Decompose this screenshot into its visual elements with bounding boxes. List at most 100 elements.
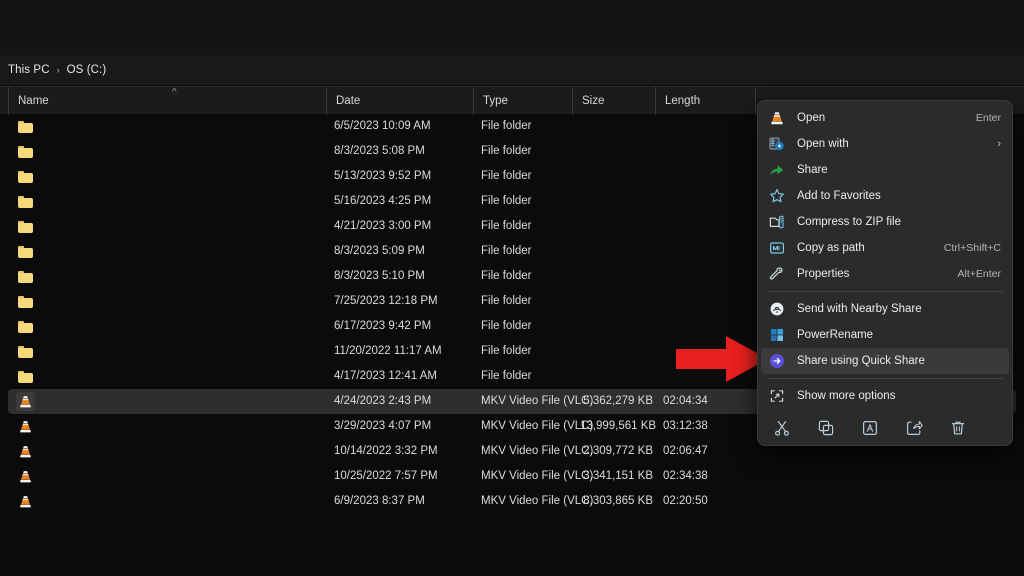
- cut-icon[interactable]: [767, 415, 797, 441]
- folder-icon: [16, 267, 35, 286]
- file-name-cell: [42, 339, 322, 364]
- file-name-cell: [42, 164, 322, 189]
- column-header-size[interactable]: Size: [572, 87, 655, 115]
- folder-icon: [16, 217, 35, 236]
- file-name-cell: [42, 314, 322, 339]
- file-size-cell: [580, 139, 653, 164]
- file-size-cell: [580, 264, 653, 289]
- file-row[interactable]: 10/25/2022 7:57 PM MKV Video File (VLC) 3,…: [8, 464, 1016, 489]
- file-date-cell: 5/13/2023 9:52 PM: [334, 170, 432, 182]
- column-header-type[interactable]: Type: [473, 87, 572, 115]
- file-date-cell: 11/20/2022 11:17 AM: [334, 345, 442, 357]
- file-row[interactable]: 6/9/2023 8:37 PM MKV Video File (VLC) 8,30…: [8, 489, 1016, 514]
- column-header-name[interactable]: Name: [8, 87, 326, 115]
- file-date-cell: 4/24/2023 2:43 PM: [334, 395, 432, 407]
- menu-item-shortcut: Ctrl+Shift+C: [943, 242, 1001, 254]
- file-length-cell: 02:04:34: [663, 395, 708, 407]
- menu-item-share-using-quick-share[interactable]: Share using Quick Share: [761, 348, 1009, 374]
- file-type-cell: MKV Video File (VLC): [481, 445, 594, 457]
- file-date-cell: 5/16/2023 4:25 PM: [334, 195, 432, 207]
- file-length-cell: 03:12:38: [663, 420, 708, 432]
- file-size-cell: [580, 214, 653, 239]
- copy-as-path-icon: [767, 239, 787, 257]
- file-size-cell: [580, 189, 653, 214]
- file-size-cell: 3,341,151 KB: [583, 470, 653, 482]
- folder-icon: [16, 367, 35, 386]
- menu-item-add-to-favorites[interactable]: Add to Favorites: [761, 183, 1009, 209]
- file-size-cell: [580, 164, 653, 189]
- menu-item-properties[interactable]: Properties Alt+Enter: [761, 261, 1009, 287]
- quick-actions-row[interactable]: [761, 411, 1009, 445]
- file-date-cell: 8/3/2023 5:10 PM: [334, 270, 425, 282]
- breadcrumb-item-os-c[interactable]: OS (C:): [63, 63, 111, 77]
- menu-item-label: Send with Nearby Share: [797, 303, 922, 315]
- file-name-cell: [42, 389, 322, 414]
- breadcrumb-separator-icon: ›: [56, 65, 60, 75]
- file-type-cell: File folder: [481, 270, 532, 282]
- column-header-length[interactable]: Length: [655, 87, 755, 115]
- file-length-cell: 02:34:38: [663, 470, 708, 482]
- quick-share-icon: [767, 352, 787, 370]
- file-date-cell: 4/17/2023 12:41 AM: [334, 370, 437, 382]
- folder-icon: [16, 317, 35, 336]
- file-date-cell: 6/9/2023 8:37 PM: [334, 495, 425, 507]
- file-date-cell: 4/21/2023 3:00 PM: [334, 220, 432, 232]
- share-icon[interactable]: [899, 415, 929, 441]
- file-type-cell: File folder: [481, 170, 532, 182]
- file-type-cell: File folder: [481, 220, 532, 232]
- rename-icon[interactable]: [855, 415, 885, 441]
- menu-item-label: Add to Favorites: [797, 190, 881, 202]
- column-header-date[interactable]: Date: [326, 87, 473, 115]
- menu-item-share[interactable]: Share: [761, 157, 1009, 183]
- menu-separator: [767, 378, 1003, 379]
- menu-item-send-with-nearby-share[interactable]: Send with Nearby Share: [761, 296, 1009, 322]
- file-length-cell: 02:20:50: [663, 495, 708, 507]
- window-chrome-area: [0, 0, 1024, 55]
- file-date-cell: 10/14/2022 3:32 PM: [334, 445, 438, 457]
- file-size-cell: [580, 364, 653, 389]
- copy-icon[interactable]: [811, 415, 841, 441]
- menu-item-show-more-options[interactable]: Show more options: [761, 383, 1009, 409]
- menu-item-powerrename[interactable]: PowerRename: [761, 322, 1009, 348]
- vlc-cone-icon: [767, 109, 787, 127]
- file-size-cell: 8,303,865 KB: [583, 495, 653, 507]
- menu-separator: [767, 291, 1003, 292]
- address-bar[interactable]: This PC › OS (C:): [0, 55, 1024, 85]
- menu-item-compress-to-zip-file[interactable]: Compress to ZIP file: [761, 209, 1009, 235]
- menu-item-shortcut: Enter: [975, 112, 1001, 124]
- file-size-cell: [580, 314, 653, 339]
- file-name-cell: [42, 464, 322, 489]
- sort-ascending-icon: ^: [172, 87, 177, 98]
- menu-item-label: Open with: [797, 138, 849, 150]
- file-date-cell: 8/3/2023 5:09 PM: [334, 245, 425, 257]
- folder-icon: [16, 117, 35, 136]
- vlc-icon: [16, 467, 35, 486]
- file-name-cell: [42, 414, 322, 439]
- menu-item-label: Compress to ZIP file: [797, 216, 901, 228]
- file-date-cell: 7/25/2023 12:18 PM: [334, 295, 438, 307]
- file-name-cell: [42, 264, 322, 289]
- menu-item-open[interactable]: Open Enter: [761, 105, 1009, 131]
- folder-icon: [16, 342, 35, 361]
- menu-item-label: Share: [797, 164, 828, 176]
- folder-icon: [16, 292, 35, 311]
- menu-item-open-with[interactable]: Open with ›: [761, 131, 1009, 157]
- file-size-cell: [580, 289, 653, 314]
- file-type-cell: File folder: [481, 120, 532, 132]
- share-icon: [767, 161, 787, 179]
- file-size-cell: [580, 114, 653, 139]
- file-name-cell: [42, 289, 322, 314]
- folder-icon: [16, 242, 35, 261]
- properties-icon: [767, 265, 787, 283]
- context-menu[interactable]: Open Enter Open with › Share Add to Favorites…: [757, 100, 1013, 446]
- breadcrumb-item-this-pc[interactable]: This PC: [4, 63, 54, 77]
- file-date-cell: 3/29/2023 4:07 PM: [334, 420, 432, 432]
- file-explorer-window: This PC › OS (C:) Name ^ Date Type Size …: [0, 0, 1024, 576]
- file-date-cell: 6/5/2023 10:09 AM: [334, 120, 431, 132]
- file-size-cell: 5,362,279 KB: [583, 395, 653, 407]
- nearby-share-icon: [767, 300, 787, 318]
- menu-item-copy-as-path[interactable]: Copy as path Ctrl+Shift+C: [761, 235, 1009, 261]
- delete-icon[interactable]: [943, 415, 973, 441]
- vlc-icon: [16, 392, 35, 411]
- file-size-cell: 2,309,772 KB: [583, 445, 653, 457]
